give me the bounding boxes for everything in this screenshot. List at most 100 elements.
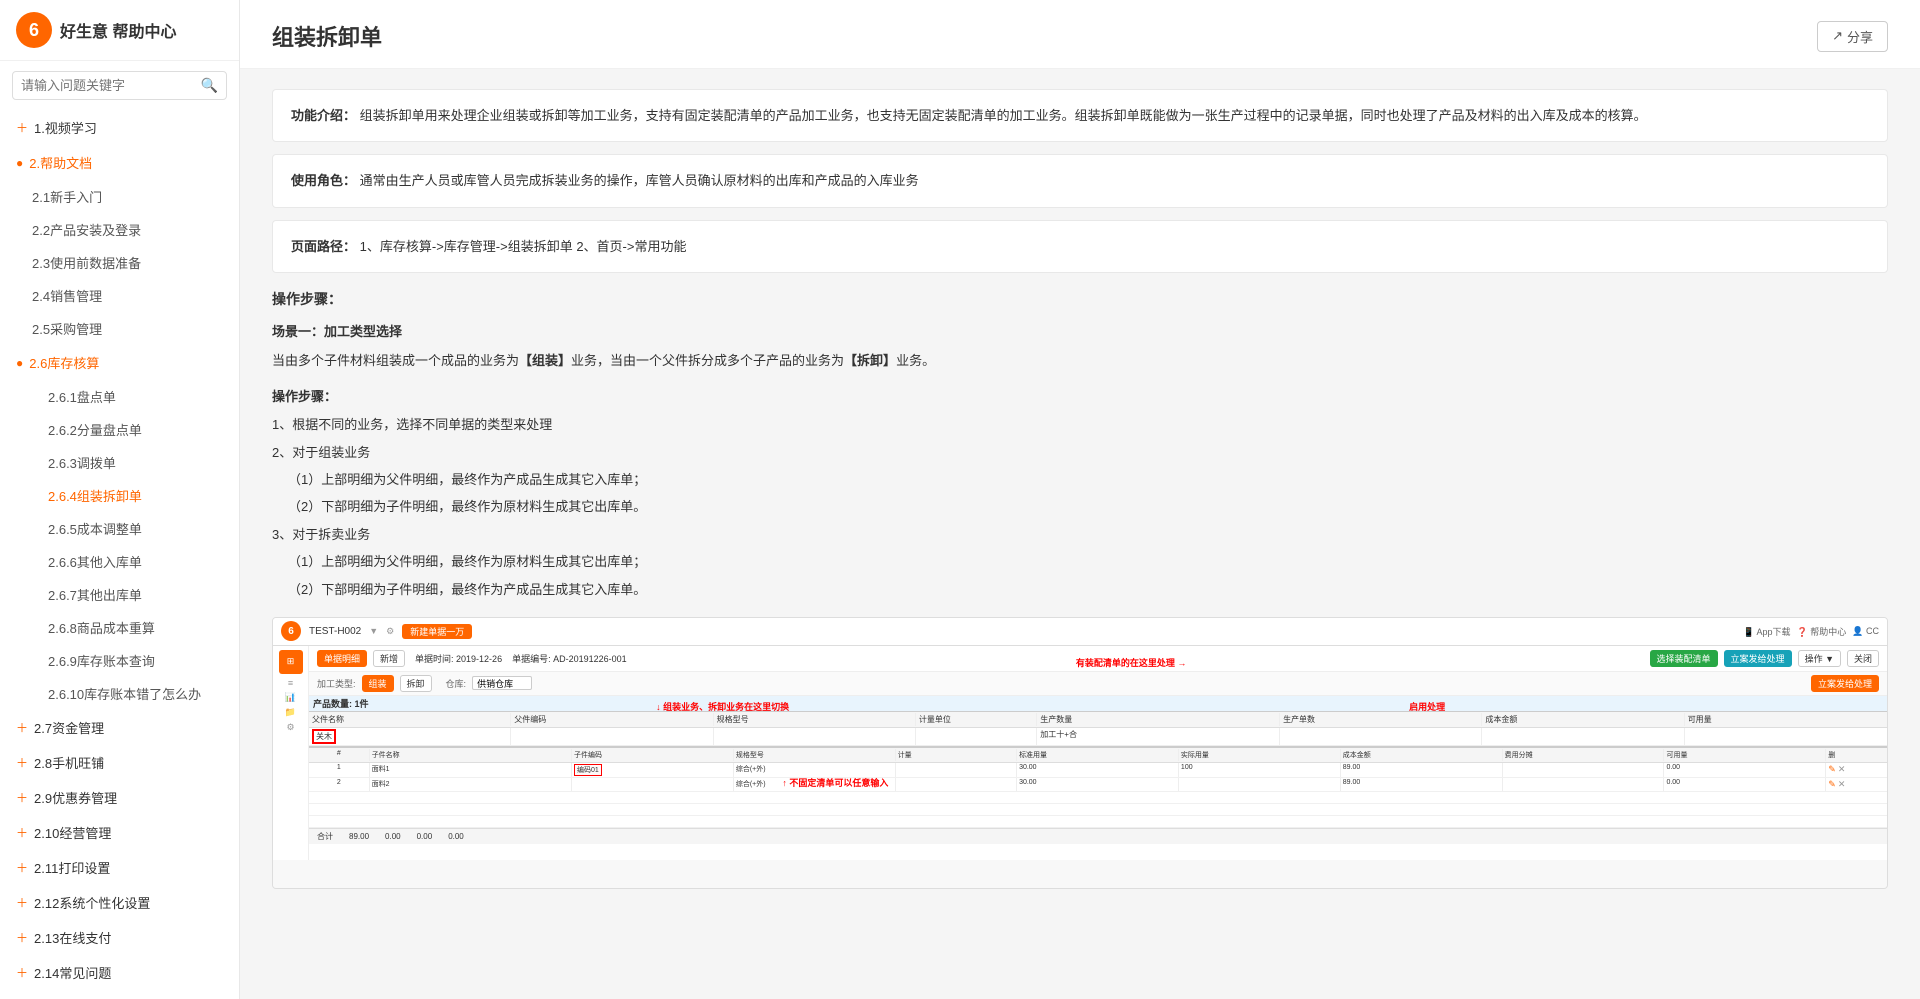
sidebar-item-sales[interactable]: 2.4销售管理 bbox=[0, 279, 239, 312]
ss-date-field: 单据时间: 2019-12-26 bbox=[415, 652, 502, 665]
sidebar-item-video[interactable]: ＋ 1.视频学习 bbox=[0, 110, 239, 145]
plus-icon-6: ＋ bbox=[16, 859, 28, 876]
sidebar-item-data-prep[interactable]: 2.3使用前数据准备 bbox=[0, 246, 239, 279]
ss-app-icon: 📱 App下载 bbox=[1743, 625, 1790, 638]
search-input[interactable] bbox=[21, 78, 201, 93]
ss-col-avail: 可用量 bbox=[1685, 713, 1887, 726]
ss-bh-no: # bbox=[309, 749, 370, 761]
share-icon: ↗ bbox=[1832, 28, 1843, 44]
ss-br1-unit bbox=[896, 763, 1017, 777]
step2-1: （1）上部明细为父件明细，最终作为产成品生成其它入库单； bbox=[272, 468, 1888, 491]
page-title: 组装拆卸单 bbox=[272, 20, 382, 52]
sidebar-item-mobile[interactable]: ＋ 2.8手机旺铺 bbox=[0, 745, 239, 780]
ss-red-box-name: 关木 bbox=[312, 729, 336, 744]
ss-bh-avail: 可用量 bbox=[1664, 749, 1826, 761]
ss-br1-no: 1 bbox=[309, 763, 370, 777]
plus-icon-7: ＋ bbox=[16, 894, 28, 911]
plus-icon-5: ＋ bbox=[16, 824, 28, 841]
search-box[interactable]: 🔍 bbox=[12, 71, 227, 100]
sidebar-item-personalize[interactable]: ＋ 2.12系统个性化设置 bbox=[0, 885, 239, 920]
sidebar-item-purchase[interactable]: 2.5采购管理 bbox=[0, 312, 239, 345]
sidebar-item-assemble[interactable]: 2.6.4组装拆卸单 bbox=[0, 479, 239, 512]
path-block: 页面路径： 1、库存核算->库存管理->组装拆卸单 2、首页->常用功能 bbox=[272, 220, 1888, 273]
sidebar-item-stock-check[interactable]: 2.6.9库存账本查询 bbox=[0, 644, 239, 677]
sidebar-item-print[interactable]: ＋ 2.11打印设置 bbox=[0, 850, 239, 885]
ss-br1-code: 编码01 bbox=[572, 763, 734, 777]
ss-edit-icon-2: ✎ bbox=[1828, 779, 1836, 790]
ss-col-parent-name: 父件名称 bbox=[309, 713, 511, 726]
step3: 3、对于拆卖业务 bbox=[272, 523, 1888, 546]
sidebar-item-split-count[interactable]: 2.6.2分量盘点单 bbox=[0, 413, 239, 446]
step2: 2、对于组装业务 bbox=[272, 441, 1888, 464]
plus-icon-4: ＋ bbox=[16, 789, 28, 806]
ss-footer-cost: 89.00 bbox=[349, 832, 369, 841]
ss-bh-alloc: 费用分摊 bbox=[1503, 749, 1665, 761]
ss-gear-icon: ⚙ bbox=[386, 626, 394, 637]
scene1-title: 场景一：加工类型选择 bbox=[272, 321, 1888, 340]
ss-assemble-btn: 组装 bbox=[362, 675, 394, 692]
ss-del-icon-1: ✕ bbox=[1838, 764, 1846, 776]
sidebar-item-cost-adjust[interactable]: 2.6.5成本调整单 bbox=[0, 512, 239, 545]
sidebar-item-install[interactable]: 2.2产品安装及登录 bbox=[0, 213, 239, 246]
circle-minus-icon: ● bbox=[16, 356, 23, 370]
ss-footer-alloc: 0.00 bbox=[385, 832, 401, 841]
ss-process-btn: 立案发给处理 bbox=[1724, 650, 1792, 667]
ss-detail-tab: 单据明细 bbox=[317, 650, 367, 667]
sidebar-item-count[interactable]: 2.6.1盘点单 bbox=[0, 380, 239, 413]
sidebar-item-account-error[interactable]: 2.6.10库存账本错了怎么办 bbox=[0, 677, 239, 710]
sidebar-item-newcomer[interactable]: 2.1新手入门 bbox=[0, 180, 239, 213]
plus-icon-3: ＋ bbox=[16, 754, 28, 771]
sidebar-item-capital[interactable]: ＋ 2.7资金管理 bbox=[0, 710, 239, 745]
ss-type-label: 加工类型: bbox=[317, 677, 356, 690]
ss-icon-strip: ⊞ ≡ 📊 📁 ⚙ bbox=[273, 646, 309, 860]
ss-br2-unit bbox=[896, 778, 1017, 791]
ss-br2-spec: 综合(+外) bbox=[734, 778, 896, 791]
ss-col-qty1: 生产数量 bbox=[1037, 713, 1280, 726]
ss-bh-std: 标准用量 bbox=[1017, 749, 1179, 761]
ss-bottom-row-2: 2 面料2 综合(+外) 30.00 89.00 0.00 ✎ bbox=[309, 778, 1887, 792]
sidebar-header: 6 好生意 帮助中心 bbox=[0, 0, 239, 61]
ss-br1-std: 30.00 bbox=[1017, 763, 1179, 777]
ss-new-btn: 新建单据一万 bbox=[402, 624, 472, 639]
ss-topbar-id: TEST-H002 bbox=[309, 626, 361, 637]
sidebar-item-adjust[interactable]: 2.6.3调拨单 bbox=[0, 446, 239, 479]
ss-bh-cost: 成本金额 bbox=[1341, 749, 1503, 761]
screenshot-container: 6 TEST-H002 ▼ ⚙ 新建单据一万 📱 App下载 ❓ 帮助中心 👤 … bbox=[272, 617, 1888, 889]
step2-2: （2）下部明细为子件明细，最终作为原材料生成其它出库单。 bbox=[272, 495, 1888, 518]
ss-br1-alloc bbox=[1503, 763, 1665, 777]
ss-warehouse-input[interactable] bbox=[472, 676, 532, 690]
sidebar-item-docs[interactable]: ● 2.帮助文档 bbox=[0, 145, 239, 180]
ss-bh-child-name: 子件名称 bbox=[370, 749, 572, 761]
sidebar: 6 好生意 帮助中心 🔍 ＋ 1.视频学习 ● 2.帮助文档 2.1新手入门 2… bbox=[0, 0, 240, 999]
sidebar-item-goods-cost[interactable]: 2.6.8商品成本重算 bbox=[0, 611, 239, 644]
ss-edit-icon-1: ✎ bbox=[1828, 764, 1836, 776]
share-button[interactable]: ↗ 分享 bbox=[1817, 21, 1888, 52]
content-body: 功能介绍： 组装拆卸单用来处理企业组装或拆卸等加工业务，支持有固定装配清单的产品… bbox=[240, 69, 1920, 909]
sidebar-item-faq[interactable]: ＋ 2.14常见问题 bbox=[0, 955, 239, 990]
sidebar-item-inventory[interactable]: ● 2.6库存核算 bbox=[0, 345, 239, 380]
plus-icon: ＋ bbox=[16, 119, 28, 136]
ss-disassemble-btn: 拆卸 bbox=[400, 675, 432, 692]
ss-col-parent-code: 父件编码 bbox=[511, 713, 713, 726]
intro-label: 功能介绍： bbox=[291, 108, 356, 123]
ss-topbar-right: 📱 App下载 ❓ 帮助中心 👤 CC bbox=[1743, 625, 1879, 638]
sidebar-item-online-pay[interactable]: ＋ 2.13在线支付 bbox=[0, 920, 239, 955]
ss-toolbar: 单据明细 新增 单据时间: 2019-12-26 单据编号: AD-201912… bbox=[309, 646, 1887, 672]
ss-top-header: 父件名称 父件编码 规格型号 计量单位 生产数量 生产单数 成本金额 可用量 bbox=[309, 712, 1887, 728]
ss-br2-cost: 89.00 bbox=[1341, 778, 1503, 791]
ss-br1-act: 100 bbox=[1179, 763, 1341, 777]
search-icon[interactable]: 🔍 bbox=[201, 77, 218, 94]
ss-type-row: 加工类型: 组装 拆卸 仓库: 立案发给处理 bbox=[309, 672, 1887, 696]
sidebar-item-other-out[interactable]: 2.6.7其他出库单 bbox=[0, 578, 239, 611]
sidebar-item-other-in[interactable]: 2.6.6其他入库单 bbox=[0, 545, 239, 578]
path-text: 1、库存核算->库存管理->组装拆卸单 2、首页->常用功能 bbox=[360, 239, 687, 254]
sidebar-item-operations[interactable]: ＋ 2.10经营管理 bbox=[0, 815, 239, 850]
sidebar-item-coupon[interactable]: ＋ 2.9优惠券管理 bbox=[0, 780, 239, 815]
plus-icon-2: ＋ bbox=[16, 719, 28, 736]
ss-br1-actions: ✎ ✕ bbox=[1826, 763, 1887, 777]
sidebar-item-cases[interactable]: ＋ 2.15操作案例 bbox=[0, 990, 239, 999]
ss-bh-unit: 计量 bbox=[896, 749, 1017, 761]
logo-icon: 6 bbox=[16, 12, 52, 48]
ss-warehouse-label: 仓库: bbox=[446, 677, 467, 690]
ss-parent-spec-val bbox=[714, 728, 916, 745]
